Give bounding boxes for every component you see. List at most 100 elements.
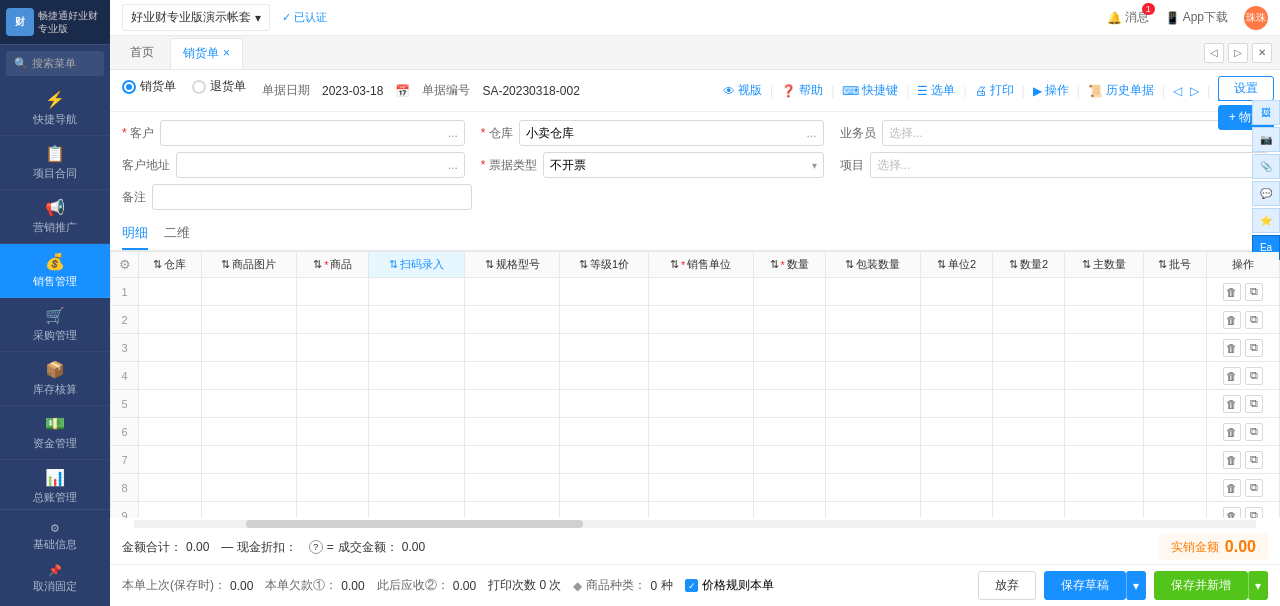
cell[interactable] [560,474,648,502]
sidebar-item-quick-nav[interactable]: ⚡ 快捷导航 [0,82,110,136]
cell[interactable] [753,334,825,362]
history-btn[interactable]: 📜 历史单据 [1088,82,1154,99]
warehouse-input[interactable]: 小卖仓库 ... [519,120,824,146]
calendar-icon[interactable]: 📅 [395,84,410,98]
cell[interactable] [560,390,648,418]
cell[interactable] [993,474,1065,502]
help-btn[interactable]: ❓ 帮助 [781,82,823,99]
cell[interactable] [1144,474,1207,502]
cell[interactable] [297,390,369,418]
delete-row-btn[interactable]: 🗑 [1223,339,1241,357]
cell[interactable] [1144,502,1207,519]
cell[interactable] [648,362,753,390]
cell[interactable] [993,362,1065,390]
cell[interactable] [139,502,202,519]
cell[interactable] [139,334,202,362]
cell[interactable] [1064,278,1143,306]
cell[interactable] [648,474,753,502]
sidebar-item-basic-info[interactable]: ⚙ 基础信息 [6,516,104,558]
cell[interactable] [993,446,1065,474]
sidebar-item-purchase[interactable]: 🛒 采购管理 [0,298,110,352]
cell[interactable] [753,306,825,334]
delete-row-btn[interactable]: 🗑 [1223,479,1241,497]
cell[interactable] [1144,306,1207,334]
cell[interactable] [1144,334,1207,362]
delete-row-btn[interactable]: 🗑 [1223,367,1241,385]
delete-row-btn[interactable]: 🗑 [1223,395,1241,413]
address-dots[interactable]: ... [448,158,458,172]
cell[interactable] [825,390,921,418]
customer-dots[interactable]: ... [448,126,458,140]
cell[interactable] [993,502,1065,519]
cell[interactable] [753,502,825,519]
cell[interactable] [753,278,825,306]
cell[interactable] [921,502,993,519]
copy-row-btn[interactable]: ⧉ [1245,451,1263,469]
invoice-select[interactable]: 不开票 ▾ [543,152,824,178]
cell[interactable] [201,446,297,474]
cell[interactable] [464,502,560,519]
copy-row-btn[interactable]: ⧉ [1245,507,1263,519]
copy-row-btn[interactable]: ⧉ [1245,283,1263,301]
cell[interactable] [297,418,369,446]
checkbox-icon[interactable]: ✓ [685,579,698,592]
cell[interactable] [369,474,465,502]
select-btn[interactable]: ☰ 选单 [917,82,955,99]
help-circle-icon[interactable]: ? [309,540,323,554]
cell[interactable] [1064,418,1143,446]
sidebar-item-project[interactable]: 📋 项目合同 [0,136,110,190]
cell[interactable] [825,334,921,362]
cell[interactable] [1144,446,1207,474]
save-new-button[interactable]: 保存并新增 [1154,571,1248,600]
cell[interactable] [825,418,921,446]
cell[interactable] [139,362,202,390]
cell[interactable] [921,278,993,306]
table-scroll[interactable]: ⚙ ⇅仓库 ⇅商品图片 ⇅*商品 ⇅扫码录入 ⇅规格型号 ⇅等级1价 ⇅*销售单… [110,251,1280,518]
cell[interactable] [921,334,993,362]
cell[interactable] [560,502,648,519]
view-btn[interactable]: 👁 视版 [723,82,762,99]
cell[interactable] [560,334,648,362]
cell[interactable] [1144,390,1207,418]
detail-tab-2d[interactable]: 二维 [164,218,190,250]
cell[interactable] [297,334,369,362]
cell[interactable] [464,362,560,390]
sidebar-item-marketing[interactable]: 📢 营销推广 [0,190,110,244]
salesperson-input[interactable]: 选择... ... [882,120,1268,146]
cell[interactable] [369,446,465,474]
delete-row-btn[interactable]: 🗑 [1223,311,1241,329]
cell[interactable] [201,306,297,334]
cell[interactable] [297,446,369,474]
operate-btn[interactable]: ▶ 操作 [1033,82,1069,99]
cell[interactable] [648,334,753,362]
sidebar-item-ledger[interactable]: 📊 总账管理 [0,460,110,509]
cell[interactable] [139,278,202,306]
cell[interactable] [464,446,560,474]
company-selector[interactable]: 好业财专业版演示帐套 ▾ [122,4,270,31]
cell[interactable] [139,446,202,474]
right-panel-btn-3[interactable]: 📎 [1252,154,1280,179]
right-panel-btn-2[interactable]: 📷 [1252,127,1280,152]
cell[interactable] [921,474,993,502]
cell[interactable] [369,278,465,306]
cell[interactable] [139,390,202,418]
cell[interactable] [993,418,1065,446]
address-input[interactable]: ... [176,152,465,178]
delete-row-btn[interactable]: 🗑 [1223,423,1241,441]
sidebar-item-finance[interactable]: 💵 资金管理 [0,406,110,460]
cell[interactable] [369,306,465,334]
cell[interactable] [648,390,753,418]
tab-close-icon[interactable]: × [223,46,230,60]
copy-row-btn[interactable]: ⧉ [1245,367,1263,385]
cell[interactable] [560,306,648,334]
cell[interactable] [1064,306,1143,334]
radio-sales-order[interactable]: 销货单 [122,78,176,95]
cell[interactable] [1064,474,1143,502]
next-record-btn[interactable]: ▷ [1190,84,1199,98]
save-draft-dropdown[interactable]: ▾ [1126,571,1146,600]
cell[interactable] [464,278,560,306]
cell[interactable] [139,306,202,334]
discard-button[interactable]: 放弃 [978,571,1036,600]
prev-record-btn[interactable]: ◁ [1173,84,1182,98]
copy-row-btn[interactable]: ⧉ [1245,423,1263,441]
